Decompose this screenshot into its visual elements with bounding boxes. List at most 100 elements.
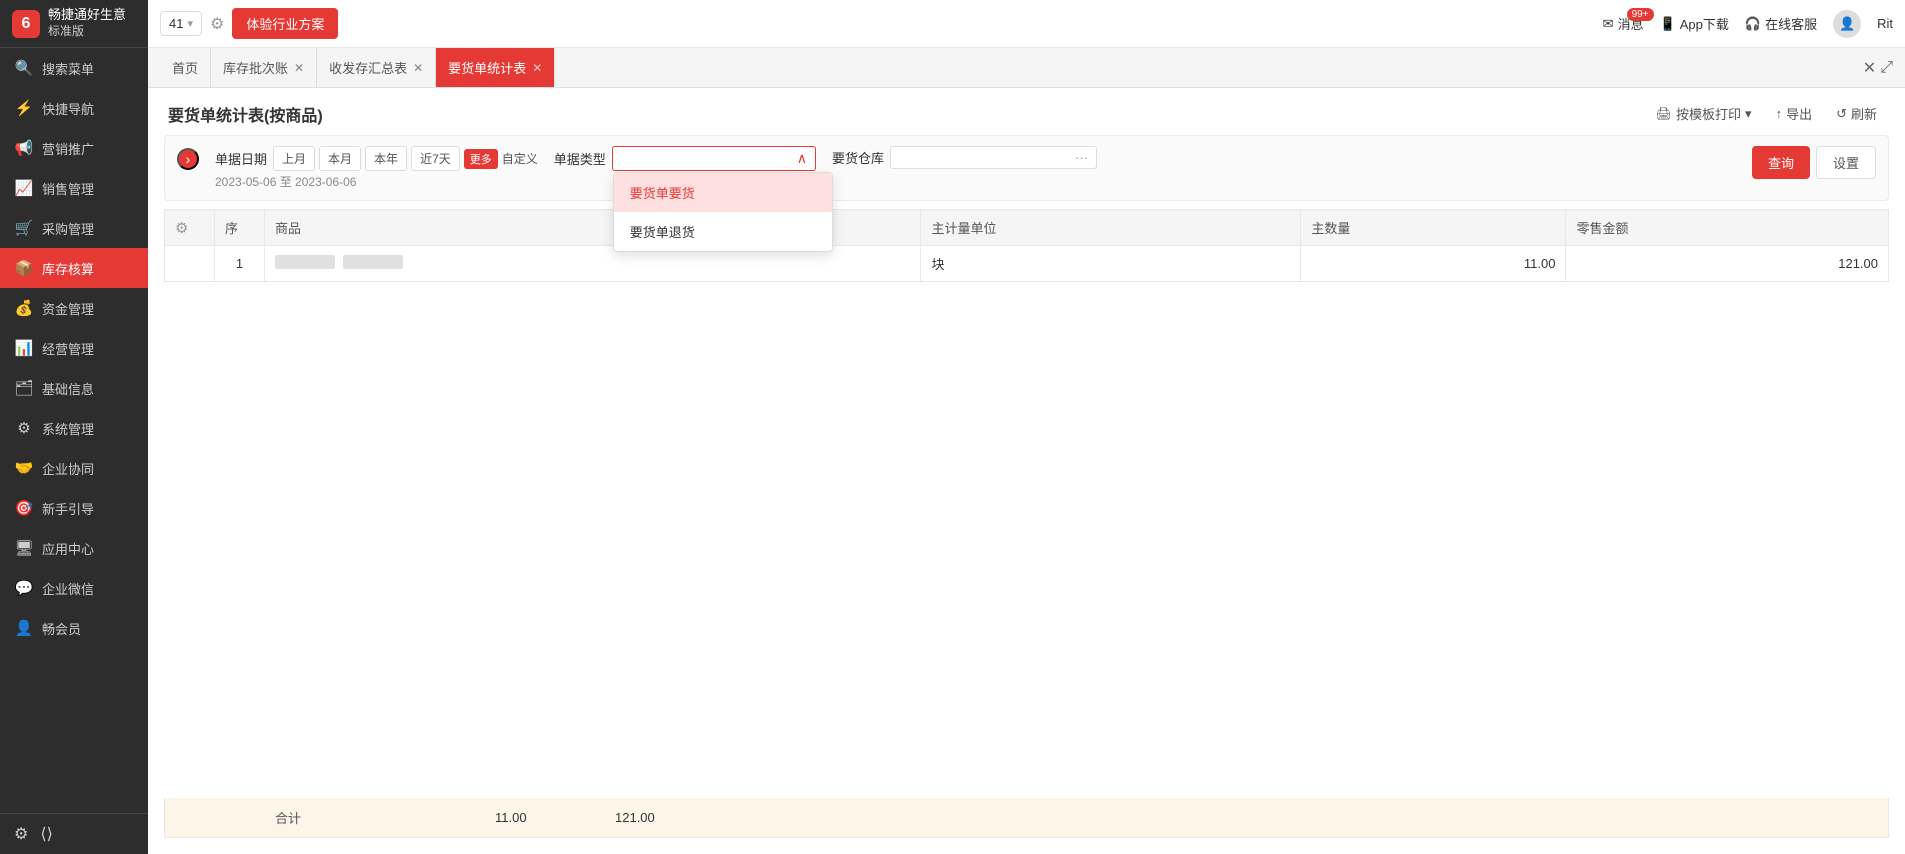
sidebar-item-sales[interactable]: 📈销售管理	[0, 168, 148, 208]
filter-warehouse-input[interactable]	[899, 150, 1075, 165]
page-header-actions: 🖨 按模板打印 ▾ ↑ 导出 ↺ 刷新	[1648, 100, 1886, 127]
filter-custom-date[interactable]: 自定义	[502, 150, 538, 167]
col-num-header: 序	[215, 210, 265, 246]
finance-icon: 💰	[14, 298, 34, 318]
tab-receivable-summary[interactable]: 收发存汇总表 ✕	[317, 48, 436, 87]
sidebar-item-system[interactable]: ⚙系统管理	[0, 408, 148, 448]
sidebar-item-shortcut[interactable]: ⚡快捷导航	[0, 88, 148, 128]
online-service-btn[interactable]: 🎧 在线客服	[1745, 14, 1817, 33]
col-settings: ⚙	[165, 210, 215, 246]
sidebar-item-purchase[interactable]: 🛒采购管理	[0, 208, 148, 248]
sales-icon: 📈	[14, 178, 34, 198]
sidebar-item-app-center[interactable]: 🖥应用中心	[0, 528, 148, 568]
print-arrow-icon: ▾	[1745, 106, 1752, 122]
logo-icon: 6	[12, 10, 40, 38]
topbar-left: 41 ▾ ⚙ 体验行业方案	[160, 8, 1595, 39]
enterprise-icon: 🤝	[14, 458, 34, 478]
topbar-gear-icon[interactable]: ⚙	[210, 14, 224, 34]
filter-this-year[interactable]: 本年	[365, 146, 407, 171]
query-btn[interactable]: 查询	[1752, 146, 1810, 179]
warehouse-label: 要货仓库	[832, 148, 884, 167]
type-dropdown-arrow[interactable]: ∧	[797, 150, 807, 167]
sidebar-item-finance[interactable]: 💰资金管理	[0, 288, 148, 328]
footer-total-label: 合计	[275, 808, 495, 827]
data-table: ⚙ 序 商品 主计量单位 主数量 零售金额 1	[164, 209, 1889, 282]
collapse-icon[interactable]: ⟨⟩	[40, 824, 52, 844]
filter-this-month[interactable]: 本月	[319, 146, 361, 171]
expand-tabs-btn[interactable]: ⤢	[1880, 58, 1893, 78]
filter-warehouse-group: 要货仓库 ···	[832, 146, 1097, 169]
table-row: 1 块 11.00 121.00	[165, 246, 1889, 282]
sidebar-item-base-info[interactable]: 🗂基础信息	[0, 368, 148, 408]
col-amount-header: 零售金额	[1566, 210, 1889, 246]
export-icon: ↑	[1776, 106, 1783, 121]
sidebar-item-enterprise[interactable]: 🤝企业协同	[0, 448, 148, 488]
trial-btn[interactable]: 体验行业方案	[232, 8, 338, 39]
sidebar-item-inventory[interactable]: 📦库存核算	[0, 248, 148, 288]
col-unit-header: 主计量单位	[921, 210, 1301, 246]
sidebar-item-marketing-promo[interactable]: 📢营销推广	[0, 128, 148, 168]
wechat-biz-icon: 💬	[14, 578, 34, 598]
page-title: 要货单统计表(按商品)	[168, 102, 323, 126]
app-logo: 6 畅捷通好生意 标准版	[0, 0, 148, 48]
purchase-icon: 🛒	[14, 218, 34, 238]
print-icon: 🖨	[1656, 106, 1673, 122]
page-header: 要货单统计表(按商品) 🖨 按模板打印 ▾ ↑ 导出 ↺ 刷新	[148, 88, 1905, 135]
filter-type-input[interactable]	[621, 151, 797, 166]
refresh-icon: ↺	[1836, 106, 1847, 122]
sidebar-item-operations[interactable]: 📊经营管理	[0, 328, 148, 368]
export-btn[interactable]: ↑ 导出	[1768, 100, 1821, 127]
footer-amount: 121.00	[615, 810, 655, 825]
type-label: 单据类型	[554, 149, 606, 168]
dropdown-item-purchase[interactable]: 要货单要货	[614, 173, 832, 212]
page-content: 要货单统计表(按商品) 🖨 按模板打印 ▾ ↑ 导出 ↺ 刷新 ›	[148, 88, 1905, 854]
settings-icon[interactable]: ⚙	[14, 824, 28, 844]
sidebar-item-member[interactable]: 👤畅会员	[0, 608, 148, 648]
dropdown-item-return[interactable]: 要货单退货	[614, 212, 832, 251]
system-icon: ⚙	[14, 418, 34, 438]
search-icon: 🔍	[14, 58, 34, 78]
sidebar-item-wechat-biz[interactable]: 💬企业微信	[0, 568, 148, 608]
filter-more-badge[interactable]: 更多	[464, 149, 498, 169]
filter-date-buttons: 上月 本月 本年 近7天 更多 自定义	[273, 146, 538, 171]
avatar[interactable]: 👤	[1833, 10, 1861, 38]
select-arrow-icon: ▾	[187, 17, 193, 30]
company-value: 41	[169, 16, 183, 31]
tab-inventory-batch[interactable]: 库存批次账 ✕	[211, 48, 317, 87]
tab-close-order-stats[interactable]: ✕	[532, 61, 542, 75]
member-icon: 👤	[14, 618, 34, 638]
table-footer: 合计 11.00 121.00	[164, 798, 1889, 838]
close-tab-btn[interactable]: ✕	[1863, 58, 1876, 78]
filter-7days[interactable]: 近7天	[411, 146, 460, 171]
app-icon: 📱	[1660, 16, 1676, 32]
tab-order-stats[interactable]: 要货单统计表 ✕	[436, 48, 555, 87]
sidebar-nav: 🔍搜索菜单⚡快捷导航📢营销推广📈销售管理🛒采购管理📦库存核算💰资金管理📊经营管理…	[0, 48, 148, 813]
tabs-controls: ✕ ⤢	[1863, 58, 1893, 78]
table-body: 1 块 11.00 121.00	[165, 246, 1889, 282]
warehouse-dots-icon[interactable]: ···	[1075, 150, 1088, 165]
filter-date-group: 单据日期 上月 本月 本年 近7天 更多 自定义 2023-05-06 至 20…	[215, 146, 538, 190]
filter-last-month[interactable]: 上月	[273, 146, 315, 171]
logo-text: 畅捷通好生意 标准版	[48, 7, 126, 39]
company-select[interactable]: 41 ▾	[160, 11, 202, 36]
guide-icon: 🎯	[14, 498, 34, 518]
filter-actions: 查询 设置	[1752, 146, 1876, 179]
print-btn[interactable]: 🖨 按模板打印 ▾	[1648, 100, 1760, 127]
msg-btn[interactable]: ✉ 消息 99+	[1603, 14, 1644, 33]
row-amount: 121.00	[1566, 246, 1889, 282]
tab-close-receivable[interactable]: ✕	[413, 61, 423, 75]
col-settings-icon[interactable]: ⚙	[175, 220, 188, 237]
sidebar-item-search[interactable]: 🔍搜索菜单	[0, 48, 148, 88]
tab-home[interactable]: 首页	[160, 48, 211, 87]
sidebar-bottom: ⚙ ⟨⟩	[0, 813, 148, 854]
filter-warehouse-input-wrap: ···	[890, 146, 1097, 169]
settings-btn[interactable]: 设置	[1816, 146, 1876, 179]
filter-type-input-wrap: ∧ 要货单要货 要货单退货	[612, 146, 816, 171]
sidebar-item-guide[interactable]: 🎯新手引导	[0, 488, 148, 528]
refresh-btn[interactable]: ↺ 刷新	[1828, 100, 1885, 127]
filter-expand-btn[interactable]: ›	[177, 148, 199, 170]
tab-close-inventory-batch[interactable]: ✕	[294, 61, 304, 75]
row-unit: 块	[921, 246, 1301, 282]
date-label: 单据日期	[215, 149, 267, 168]
app-download-btn[interactable]: 📱 App下载	[1660, 14, 1729, 33]
